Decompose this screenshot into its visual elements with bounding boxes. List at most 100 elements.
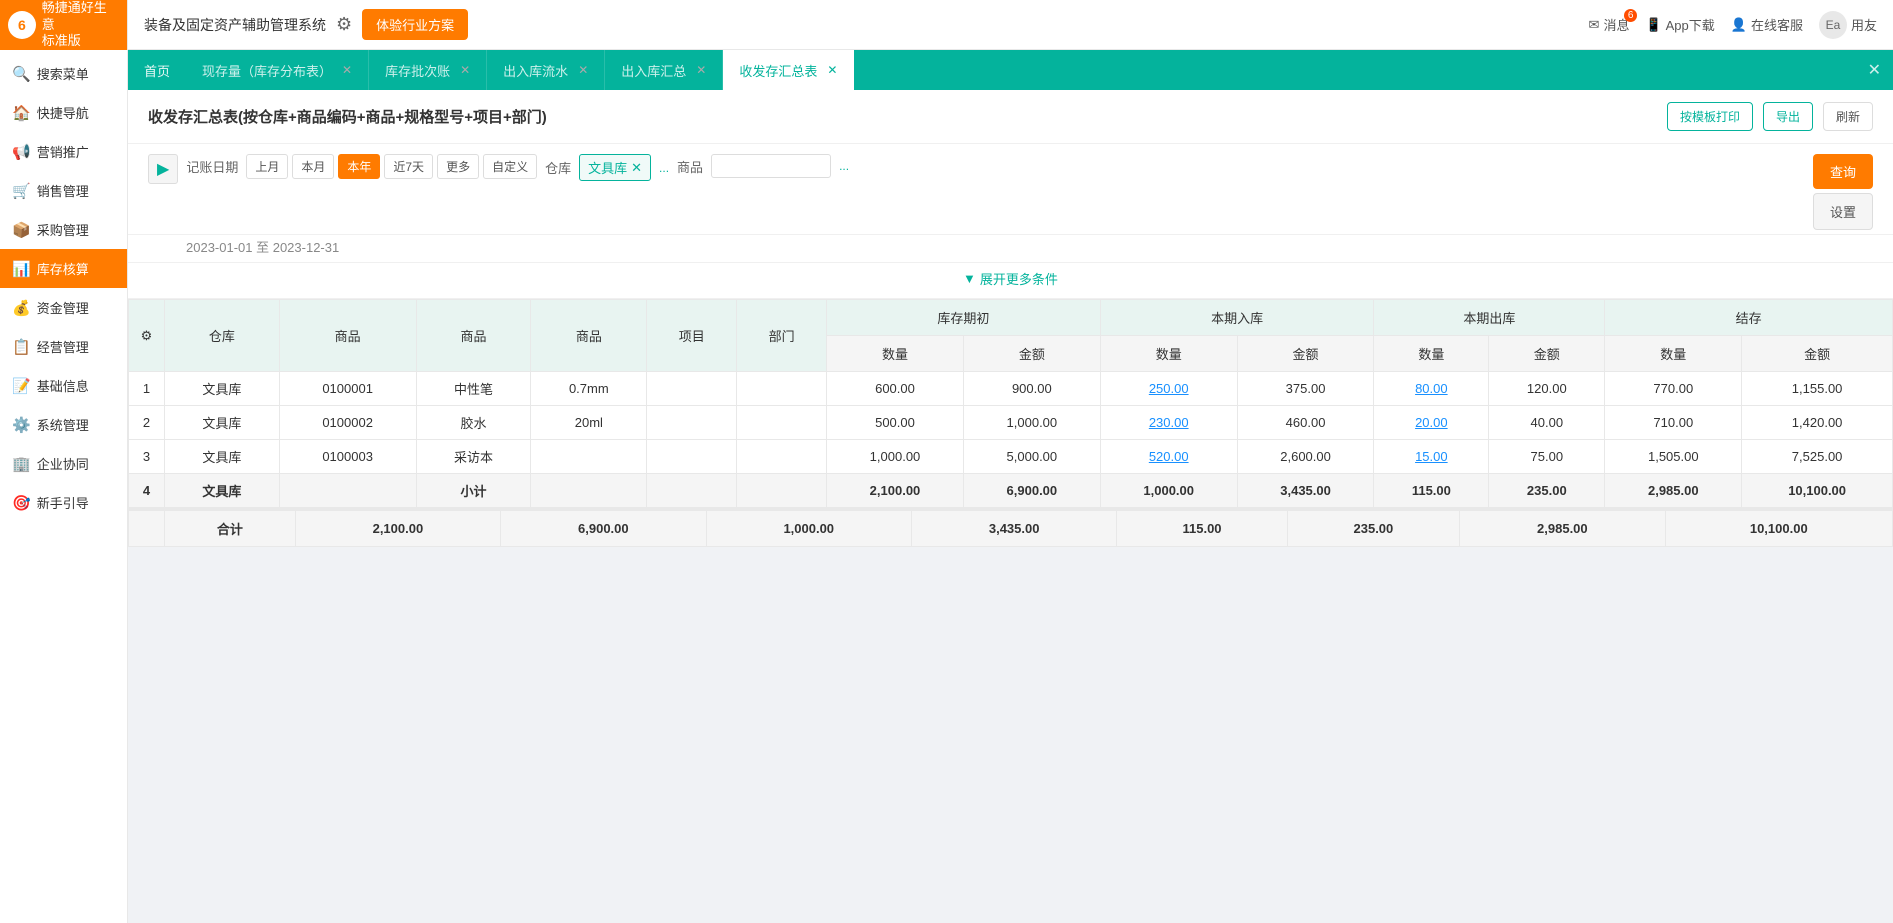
query-button[interactable]: 查询	[1813, 154, 1873, 189]
template-print-button[interactable]: 按模板打印	[1667, 102, 1753, 131]
row-warehouse: 文具库	[165, 406, 280, 440]
footer-closing-qty: 2,985.00	[1460, 511, 1665, 547]
messages-icon-item[interactable]: ✉ 消息 6	[1589, 15, 1630, 34]
user-item[interactable]: Ea 用友	[1819, 11, 1877, 39]
th-out: 本期出库	[1374, 300, 1605, 336]
date-filter-label: 记账日期	[186, 157, 238, 176]
finance-icon: 💰	[12, 299, 31, 317]
row-in-qty[interactable]: 230.00	[1100, 406, 1237, 440]
row-in-qty[interactable]: 250.00	[1100, 372, 1237, 406]
row-project	[647, 406, 737, 440]
tab-home[interactable]: 首页	[128, 50, 186, 90]
sidebar-item-sales[interactable]: 🛒销售管理	[0, 171, 127, 210]
date-btn-近7天[interactable]: 近7天	[384, 154, 433, 179]
row-in-qty[interactable]: 520.00	[1100, 440, 1237, 474]
tab-receive_summary[interactable]: 收发存汇总表✕	[723, 50, 854, 90]
settings-gear-icon[interactable]: ⚙	[336, 14, 352, 35]
tab-inout_summary[interactable]: 出入库汇总✕	[605, 50, 723, 90]
sidebar-item-quick[interactable]: 🏠快捷导航	[0, 93, 127, 132]
filter-expand-button[interactable]: ▶	[148, 154, 178, 184]
sidebar-item-finance[interactable]: 💰 资金管理	[0, 288, 127, 327]
row-opening-amt: 900.00	[963, 372, 1100, 406]
th-goods-spec: 商品	[531, 300, 647, 372]
sidebar-item-enterprise[interactable]: 🏢企业协同	[0, 444, 127, 483]
sidebar-item-label: 资金管理	[37, 298, 89, 317]
header-right: ✉ 消息 6 📱 App下载 👤 在线客服 Ea 用友	[1589, 11, 1877, 39]
goods-more[interactable]: ...	[839, 159, 849, 173]
search-icon: 🔍	[12, 65, 31, 83]
row-out-qty[interactable]: 80.00	[1374, 372, 1489, 406]
sidebar-item-label: 搜索菜单	[37, 64, 89, 83]
row-dept	[737, 372, 827, 406]
sidebar-item-operations[interactable]: 📋经营管理	[0, 327, 127, 366]
table-footer: 合计 2,100.00 6,900.00 1,000.00 3,435.00 1…	[128, 508, 1893, 547]
warehouse-more[interactable]: ...	[659, 161, 669, 175]
footer-out-qty: 115.00	[1117, 511, 1287, 547]
tab-close-batch[interactable]: ✕	[460, 63, 470, 77]
date-btn-本月[interactable]: 本月	[292, 154, 334, 179]
footer-out-amt: 235.00	[1287, 511, 1459, 547]
row-in-qty: 1,000.00	[1100, 474, 1237, 508]
row-dept	[737, 474, 827, 508]
row-closing-qty: 770.00	[1605, 372, 1742, 406]
date-btn-本年[interactable]: 本年	[338, 154, 380, 179]
row-project	[647, 440, 737, 474]
footer-empty-1	[129, 511, 165, 547]
tab-batch[interactable]: 库存批次账✕	[369, 50, 487, 90]
row-closing-qty: 2,985.00	[1605, 474, 1742, 508]
table-container: ⚙ 仓库 商品 商品 商品 项目 部门 库存期初 本期入库 本期出库 结存	[128, 299, 1893, 508]
sidebar-item-system[interactable]: ⚙️系统管理	[0, 405, 127, 444]
footer-label: 合计	[165, 511, 296, 547]
main-area: 装备及固定资产辅助管理系统 ⚙ 体验行业方案 ✉ 消息 6 📱 App下载 👤 …	[128, 0, 1893, 923]
export-button[interactable]: 导出	[1763, 102, 1813, 131]
expand-more-button[interactable]: ▼ 展开更多条件	[963, 269, 1058, 288]
row-no: 1	[129, 372, 165, 406]
date-btn-更多[interactable]: 更多	[437, 154, 479, 179]
refresh-button[interactable]: 刷新	[1823, 102, 1873, 131]
th-in-amt: 金额	[1237, 336, 1374, 372]
sidebar-item-purchase[interactable]: 📦采购管理	[0, 210, 127, 249]
date-buttons: 上月本月本年近7天更多自定义	[246, 154, 537, 179]
warehouse-tag-remove[interactable]: ✕	[631, 160, 642, 176]
online-service-item[interactable]: 👤 在线客服	[1731, 15, 1803, 34]
basic_info-icon: 📝	[12, 377, 31, 395]
experience-button[interactable]: 体验行业方案	[362, 9, 468, 40]
table-settings-col[interactable]: ⚙	[129, 300, 165, 372]
sidebar-item-search[interactable]: 🔍 搜索菜单	[0, 54, 127, 93]
row-out-amt: 40.00	[1489, 406, 1605, 440]
tab-close-inout_summary[interactable]: ✕	[696, 63, 706, 77]
data-table: ⚙ 仓库 商品 商品 商品 项目 部门 库存期初 本期入库 本期出库 结存	[128, 299, 1893, 508]
sidebar-item-basic_info[interactable]: 📝基础信息	[0, 366, 127, 405]
row-opening-qty: 1,000.00	[827, 440, 964, 474]
filter-settings-button[interactable]: 设置	[1813, 193, 1873, 230]
tab-inventory_dist[interactable]: 现存量（库存分布表）✕	[186, 50, 369, 90]
more-filters-row: ▼ 展开更多条件	[128, 263, 1893, 299]
tab-bar: 首页现存量（库存分布表）✕库存批次账✕出入库流水✕出入库汇总✕收发存汇总表✕✕	[128, 50, 1893, 90]
sidebar-item-guide[interactable]: 🎯新手引导	[0, 483, 127, 522]
page-title: 收发存汇总表(按仓库+商品编码+商品+规格型号+项目+部门)	[148, 106, 547, 127]
footer-opening-amt: 6,900.00	[501, 511, 706, 547]
row-closing-amt: 10,100.00	[1742, 474, 1893, 508]
phone-icon: 📱	[1645, 17, 1661, 33]
tab-close-inout_flow[interactable]: ✕	[578, 63, 588, 77]
row-opening-amt: 6,900.00	[963, 474, 1100, 508]
date-btn-自定义[interactable]: 自定义	[483, 154, 537, 179]
th-project: 项目	[647, 300, 737, 372]
tab-inout_flow[interactable]: 出入库流水✕	[487, 50, 605, 90]
sidebar-item-inventory[interactable]: 📊库存核算	[0, 249, 127, 288]
close-all-tabs[interactable]: ✕	[1856, 60, 1893, 80]
sidebar-item-marketing_promo[interactable]: 📢营销推广	[0, 132, 127, 171]
th-goods-name: 商品	[416, 300, 531, 372]
goods-filter-input[interactable]	[711, 154, 831, 178]
tab-close-receive_summary[interactable]: ✕	[827, 63, 837, 77]
tab-close-inventory_dist[interactable]: ✕	[342, 63, 352, 77]
warehouse-tag-value: 文具库	[588, 158, 627, 177]
row-out-qty[interactable]: 15.00	[1374, 440, 1489, 474]
row-no: 4	[129, 474, 165, 508]
row-out-qty[interactable]: 20.00	[1374, 406, 1489, 440]
app-download-label: App下载	[1666, 15, 1715, 34]
date-btn-上月[interactable]: 上月	[246, 154, 288, 179]
row-opening-amt: 1,000.00	[963, 406, 1100, 440]
footer-opening-qty: 2,100.00	[295, 511, 500, 547]
app-download-item[interactable]: 📱 App下载	[1645, 15, 1714, 34]
